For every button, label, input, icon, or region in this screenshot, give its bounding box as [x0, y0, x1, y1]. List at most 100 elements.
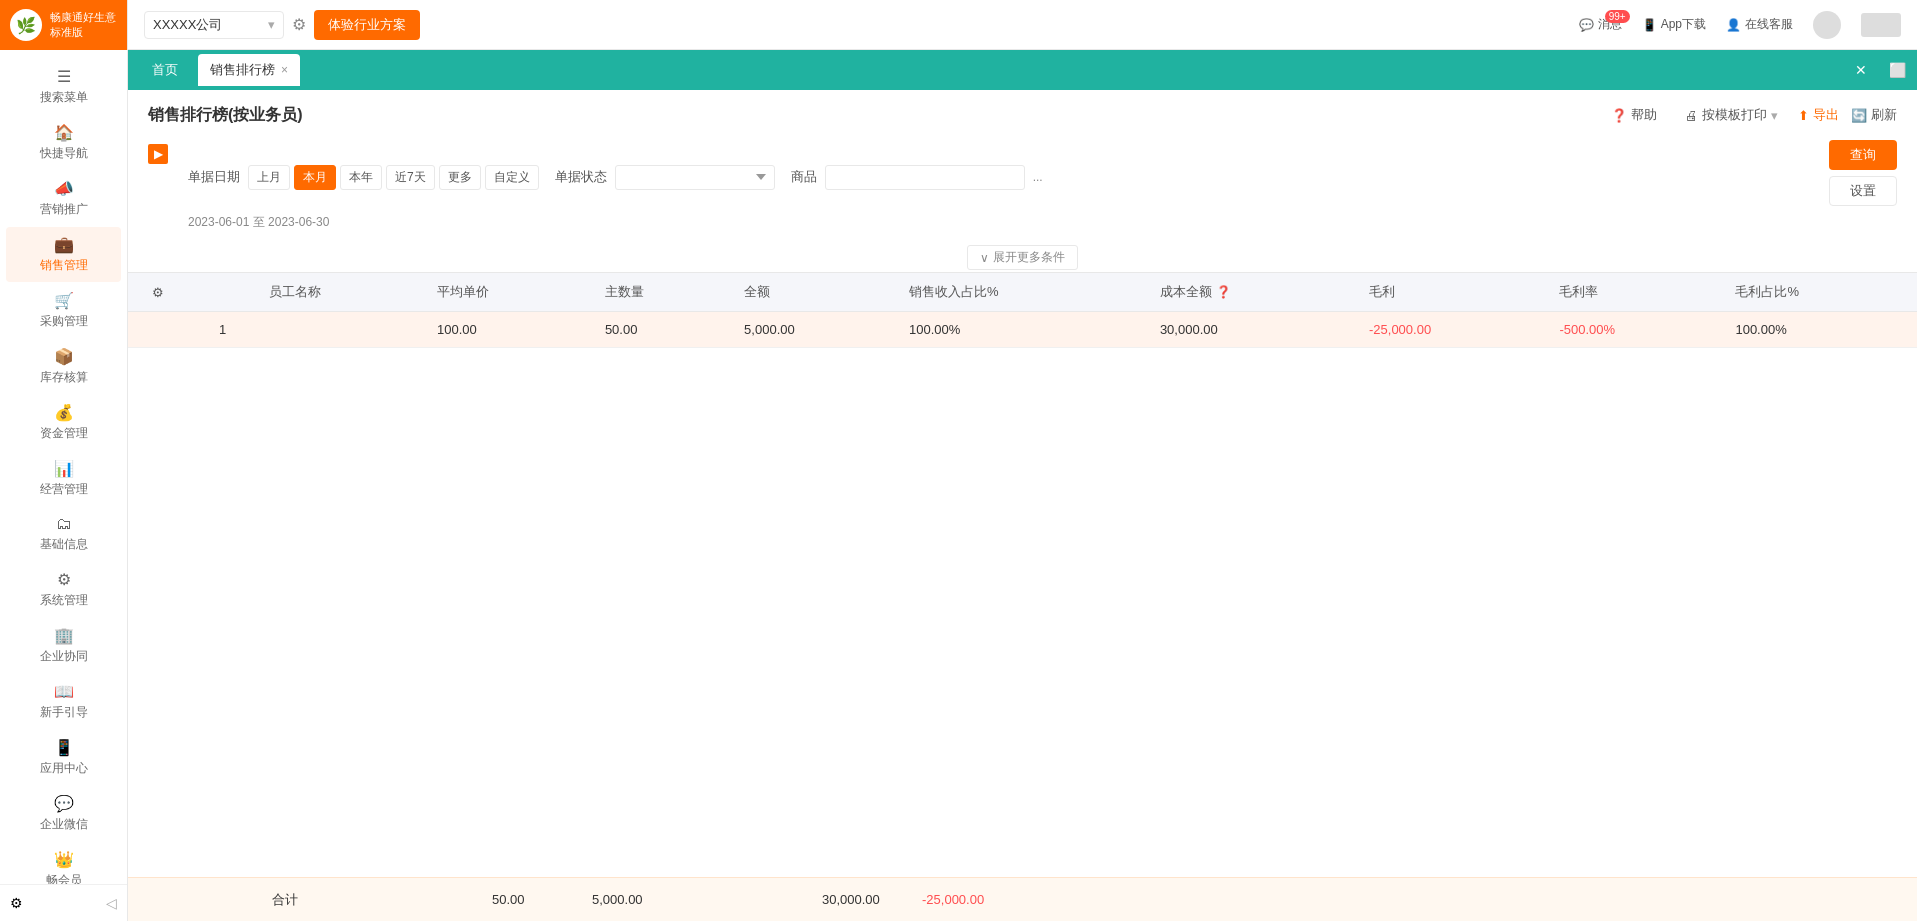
date-btn-this-year[interactable]: 本年: [340, 165, 382, 190]
col-avg-price: 平均单价: [425, 273, 593, 312]
sidebar-item-purchase[interactable]: 🛒 采购管理: [6, 283, 121, 338]
sidebar-item-label-system: 系统管理: [40, 592, 88, 609]
table-footer: 合计 50.00 5,000.00 30,000.00 -25,000.00: [128, 877, 1917, 921]
col-sales-ratio: 销售收入占比%: [897, 273, 1148, 312]
table-settings-icon[interactable]: ⚙: [152, 285, 164, 300]
page-header: 销售排行榜(按业务员) ❓ 帮助 🖨 按模板打印 ▾ ⬆ 导出: [128, 90, 1917, 273]
sidebar-item-wechat[interactable]: 💬企业微信: [6, 786, 121, 841]
filter-toggle-btn[interactable]: ▶: [148, 140, 168, 164]
sidebar-nav: ☰ 搜索菜单 🏠快捷导航📣营销推广 💼 销售管理 🛒 采购管理 📦库存核算💰资金管理📊经营管理…: [0, 50, 127, 884]
filter-expand-icon[interactable]: ▶: [148, 144, 168, 164]
date-btn-last-month[interactable]: 上月: [248, 165, 290, 190]
col-settings[interactable]: ⚙: [128, 273, 188, 312]
sidebar-item-operations[interactable]: 📊经营管理: [6, 451, 121, 506]
sales-icon: 💼: [54, 235, 74, 254]
company-selector[interactable]: XXXXX公司 ▾: [144, 11, 284, 39]
service-icon: 👤: [1726, 18, 1741, 32]
sidebar-item-label-operations: 经营管理: [40, 481, 88, 498]
tab-close-window-icon[interactable]: ✕: [1849, 58, 1873, 82]
date-btn-this-month[interactable]: 本月: [294, 165, 336, 190]
search-icon: ☰: [57, 67, 71, 86]
topbar-right: 💬 消息 99+ 📱 App下载 👤 在线客服: [1579, 11, 1901, 39]
goods-more-btn[interactable]: ...: [1033, 170, 1043, 184]
user-name-placeholder: [1861, 13, 1901, 37]
status-select[interactable]: [615, 165, 775, 190]
date-btn-custom[interactable]: 自定义: [485, 165, 539, 190]
sidebar-item-label-search: 搜索菜单: [40, 89, 88, 106]
goods-input[interactable]: [825, 165, 1025, 190]
help-button[interactable]: ❓ 帮助: [1603, 102, 1665, 128]
download-icon: 📱: [1642, 18, 1657, 32]
footer-amount: 5,000.00: [580, 892, 680, 907]
sidebar-item-member[interactable]: 👑畅会员: [6, 842, 121, 884]
page-title: 销售排行榜(按业务员): [148, 105, 303, 126]
expand-row: ∨ 展开更多条件: [148, 237, 1897, 272]
date-buttons: 上月 本月 本年 近7天 更多 自定义: [248, 165, 539, 190]
online-service-button[interactable]: 👤 在线客服: [1726, 16, 1793, 33]
trial-button[interactable]: 体验行业方案: [314, 10, 420, 40]
sidebar-item-label-finance: 资金管理: [40, 425, 88, 442]
tab-home[interactable]: 首页: [136, 50, 194, 90]
footer-total-label: 合计: [260, 891, 380, 909]
row-0-gross: -25,000.00: [1357, 312, 1547, 348]
sidebar-item-sales[interactable]: 💼 销售管理: [6, 227, 121, 282]
system-icon: ⚙: [57, 570, 71, 589]
app-download-button[interactable]: 📱 App下载: [1642, 16, 1706, 33]
app-logo: 🌿 畅康通好生意 标准版: [0, 0, 127, 50]
sidebar-collapse-icon[interactable]: ◁: [106, 895, 117, 911]
sidebar-item-guide[interactable]: 📖新手引导: [6, 674, 121, 729]
user-avatar[interactable]: [1813, 11, 1841, 39]
settings-button[interactable]: 设置: [1829, 176, 1897, 206]
sidebar-item-enterprise[interactable]: 🏢企业协同: [6, 618, 121, 673]
date-range-display: 2023-06-01 至 2023-06-30: [188, 214, 1897, 231]
sidebar-item-appstore[interactable]: 📱应用中心: [6, 730, 121, 785]
refresh-button[interactable]: 🔄 刷新: [1851, 106, 1897, 124]
tab-sales-ranking[interactable]: 销售排行榜 ×: [198, 54, 300, 86]
export-button[interactable]: ⬆ 导出: [1798, 106, 1839, 124]
query-button[interactable]: 查询: [1829, 140, 1897, 170]
sidebar-item-finance[interactable]: 💰资金管理: [6, 395, 121, 450]
date-btn-7days[interactable]: 近7天: [386, 165, 435, 190]
filter-area: ▶ 单据日期 上月 本月 本年 近7天: [148, 140, 1897, 272]
footer-gross: -25,000.00: [910, 892, 996, 907]
sidebar-item-label-purchase: 采购管理: [40, 313, 88, 330]
sidebar-item-label-marketing: 营销推广: [40, 201, 88, 218]
tab-restore-icon[interactable]: ⬜: [1885, 58, 1909, 82]
row-0-avg-price: 100.00: [425, 312, 593, 348]
data-table-wrap: ⚙ 员工名称 平均单价 主数量 全额 销售收入占比% 成本全额 ❓ 毛利 毛利率…: [128, 273, 1917, 877]
shortcut-icon: 🏠: [54, 123, 74, 142]
enterprise-icon: 🏢: [54, 626, 74, 645]
col-rank: [188, 273, 257, 312]
row-0-gross-rate: -500.00%: [1547, 312, 1723, 348]
col-gross-ratio: 毛利占比%: [1723, 273, 1917, 312]
sidebar-item-inventory[interactable]: 📦库存核算: [6, 339, 121, 394]
date-btn-more[interactable]: 更多: [439, 165, 481, 190]
sidebar-item-label-sales: 销售管理: [40, 257, 88, 274]
cost-help-icon[interactable]: ❓: [1216, 285, 1231, 299]
sidebar-item-system[interactable]: ⚙ 系统管理: [6, 562, 121, 617]
sidebar-footer: ⚙ ◁: [0, 884, 127, 921]
purchase-icon: 🛒: [54, 291, 74, 310]
row-0-gross-ratio: 100.00%: [1723, 312, 1917, 348]
company-dropdown-icon: ▾: [268, 17, 275, 32]
date-filter: 单据日期 上月 本月 本年 近7天 更多 自定义: [188, 165, 539, 190]
filter-fields: 单据日期 上月 本月 本年 近7天 更多 自定义: [188, 140, 1897, 237]
sidebar-item-search[interactable]: ☰ 搜索菜单: [6, 59, 121, 114]
expand-filters-button[interactable]: ∨ 展开更多条件: [967, 245, 1078, 270]
col-gross-rate: 毛利率: [1547, 273, 1723, 312]
print-button[interactable]: 🖨 按模板打印 ▾: [1677, 102, 1786, 128]
sidebar-item-basic[interactable]: 🗂基础信息: [6, 507, 121, 561]
messages-button[interactable]: 💬 消息 99+: [1579, 16, 1622, 33]
content-area: 销售排行榜(按业务员) ❓ 帮助 🖨 按模板打印 ▾ ⬆ 导出: [128, 90, 1917, 921]
help-icon: ❓: [1611, 108, 1627, 123]
sidebar-settings-icon[interactable]: ⚙: [10, 895, 23, 911]
topbar-settings-icon[interactable]: ⚙: [292, 15, 306, 34]
footer-qty: 50.00: [480, 892, 580, 907]
table-row: 1 100.00 50.00 5,000.00 100.00% 30,000.0…: [128, 312, 1917, 348]
col-cost: 成本全额 ❓: [1148, 273, 1357, 312]
sidebar-item-shortcut[interactable]: 🏠快捷导航: [6, 115, 121, 170]
sidebar-item-marketing[interactable]: 📣营销推广: [6, 171, 121, 226]
message-icon: 💬: [1579, 18, 1594, 32]
tabbar-right: ✕ ⬜: [1849, 58, 1909, 82]
tab-close-icon[interactable]: ×: [281, 63, 288, 77]
